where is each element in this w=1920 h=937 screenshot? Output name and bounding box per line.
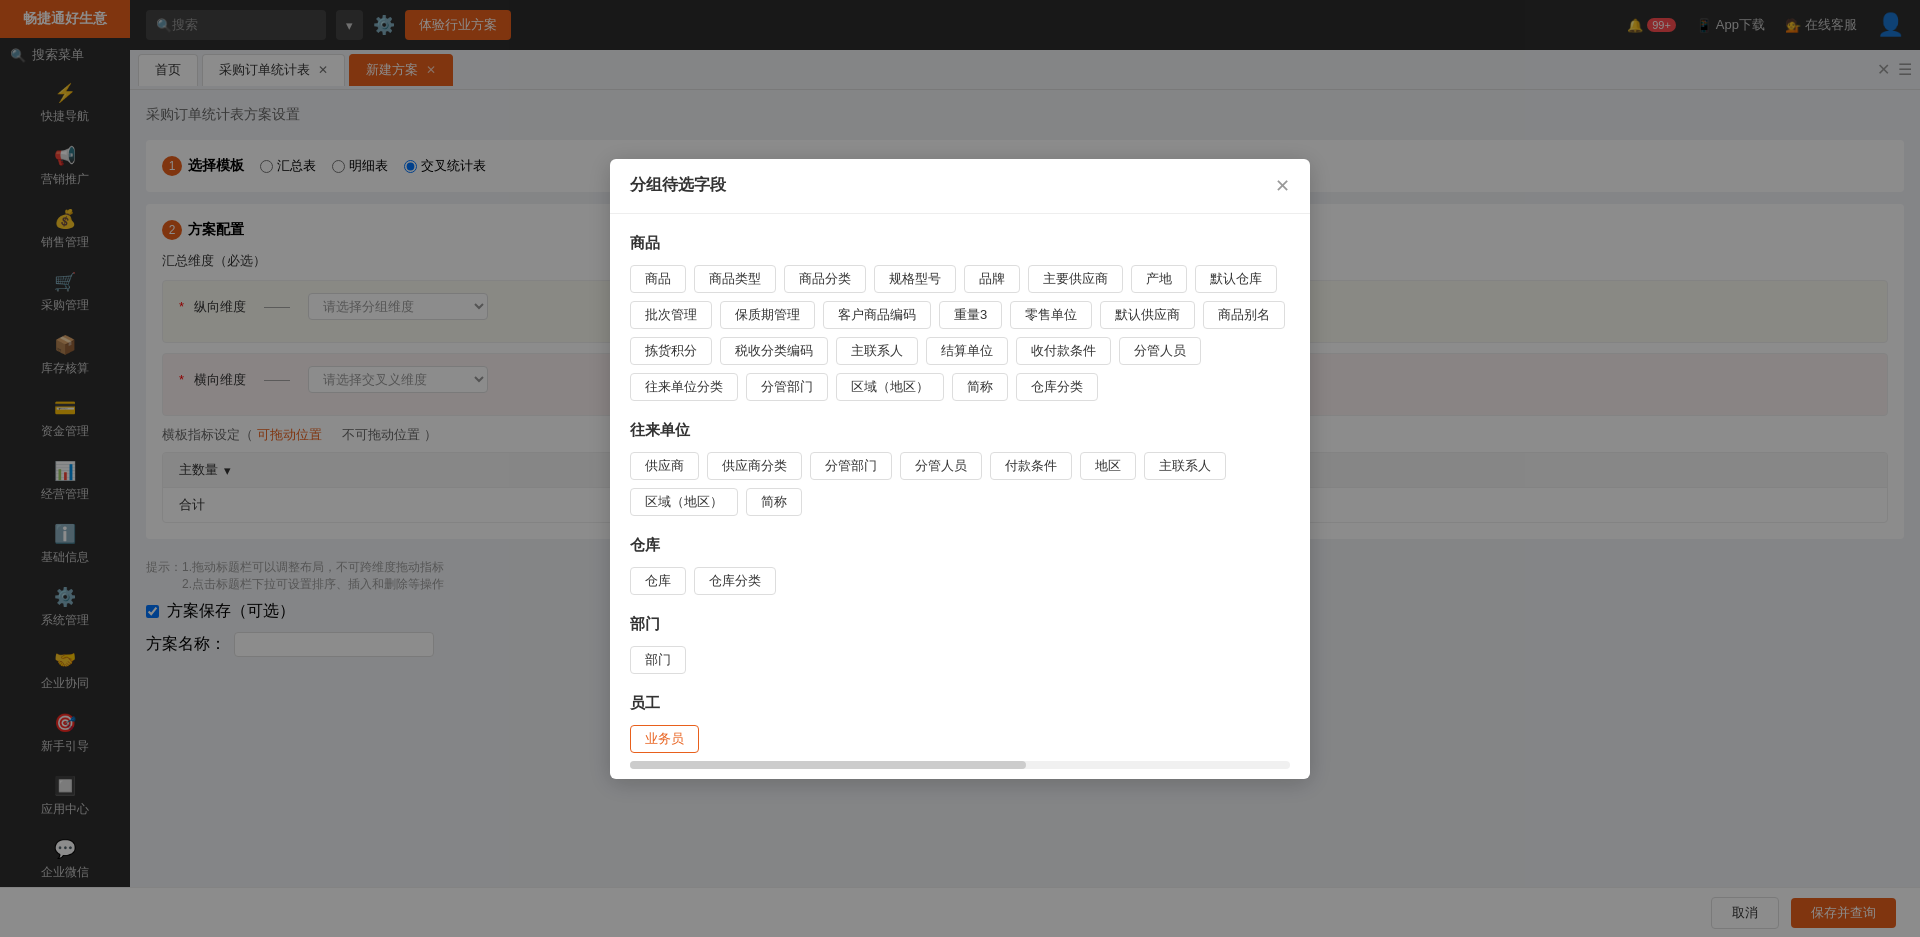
modal-header: 分组待选字段 ✕ [610, 159, 1310, 214]
field-tag[interactable]: 拣货积分 [630, 337, 712, 365]
field-tag[interactable]: 默认仓库 [1195, 265, 1277, 293]
section-partner-fields: 供应商 供应商分类 分管部门 分管人员 付款条件 地区 主联系人 区域（地区） … [630, 452, 1290, 516]
modal-title: 分组待选字段 [630, 175, 726, 196]
field-tag[interactable]: 分管人员 [1119, 337, 1201, 365]
field-tag[interactable]: 保质期管理 [720, 301, 815, 329]
field-tag[interactable]: 仓库 [630, 567, 686, 595]
section-goods-title: 商品 [630, 234, 1290, 253]
section-goods-fields: 商品 商品类型 商品分类 规格型号 品牌 主要供应商 产地 默认仓库 批次管理 … [630, 265, 1290, 401]
section-warehouse-fields: 仓库 仓库分类 [630, 567, 1290, 595]
field-tag[interactable]: 商品分类 [784, 265, 866, 293]
field-tag[interactable]: 结算单位 [926, 337, 1008, 365]
field-tag[interactable]: 仓库分类 [694, 567, 776, 595]
section-employee-title: 员工 [630, 694, 1290, 713]
field-tag[interactable]: 供应商 [630, 452, 699, 480]
section-warehouse-title: 仓库 [630, 536, 1290, 555]
section-dept-fields: 部门 [630, 646, 1290, 674]
field-tag[interactable]: 区域（地区） [630, 488, 738, 516]
field-tag[interactable]: 商品类型 [694, 265, 776, 293]
field-tag[interactable]: 客户商品编码 [823, 301, 931, 329]
field-tag[interactable]: 地区 [1080, 452, 1136, 480]
field-tag[interactable]: 分管部门 [810, 452, 892, 480]
field-tag[interactable]: 税收分类编码 [720, 337, 828, 365]
modal-close-btn[interactable]: ✕ [1275, 175, 1290, 197]
field-tag[interactable]: 主要供应商 [1028, 265, 1123, 293]
modal-scrollbar[interactable] [610, 761, 1310, 779]
field-tag[interactable]: 主联系人 [1144, 452, 1226, 480]
field-tag-staff[interactable]: 业务员 [630, 725, 699, 753]
field-tag[interactable]: 商品 [630, 265, 686, 293]
field-tag[interactable]: 付款条件 [990, 452, 1072, 480]
field-tag[interactable]: 规格型号 [874, 265, 956, 293]
field-tag[interactable]: 批次管理 [630, 301, 712, 329]
section-partner-title: 往来单位 [630, 421, 1290, 440]
section-dept-title: 部门 [630, 615, 1290, 634]
field-tag[interactable]: 分管人员 [900, 452, 982, 480]
modal: 分组待选字段 ✕ 商品 商品 商品类型 商品分类 规格型号 品牌 主要供应商 产… [610, 159, 1310, 779]
field-tag[interactable]: 简称 [952, 373, 1008, 401]
field-tag[interactable]: 收付款条件 [1016, 337, 1111, 365]
field-tag[interactable]: 零售单位 [1010, 301, 1092, 329]
modal-body[interactable]: 商品 商品 商品类型 商品分类 规格型号 品牌 主要供应商 产地 默认仓库 批次… [610, 214, 1310, 761]
field-tag[interactable]: 产地 [1131, 265, 1187, 293]
field-tag[interactable]: 主联系人 [836, 337, 918, 365]
modal-overlay: 分组待选字段 ✕ 商品 商品 商品类型 商品分类 规格型号 品牌 主要供应商 产… [0, 0, 1920, 937]
scrollbar-thumb[interactable] [630, 761, 1026, 769]
field-tag[interactable]: 供应商分类 [707, 452, 802, 480]
field-tag[interactable]: 简称 [746, 488, 802, 516]
scrollbar-track[interactable] [630, 761, 1290, 769]
field-tag[interactable]: 仓库分类 [1016, 373, 1098, 401]
section-employee-fields: 业务员 [630, 725, 1290, 753]
field-tag[interactable]: 商品别名 [1203, 301, 1285, 329]
field-tag[interactable]: 分管部门 [746, 373, 828, 401]
field-tag[interactable]: 默认供应商 [1100, 301, 1195, 329]
field-tag[interactable]: 重量3 [939, 301, 1002, 329]
field-tag[interactable]: 往来单位分类 [630, 373, 738, 401]
field-tag[interactable]: 部门 [630, 646, 686, 674]
field-tag[interactable]: 品牌 [964, 265, 1020, 293]
field-tag[interactable]: 区域（地区） [836, 373, 944, 401]
